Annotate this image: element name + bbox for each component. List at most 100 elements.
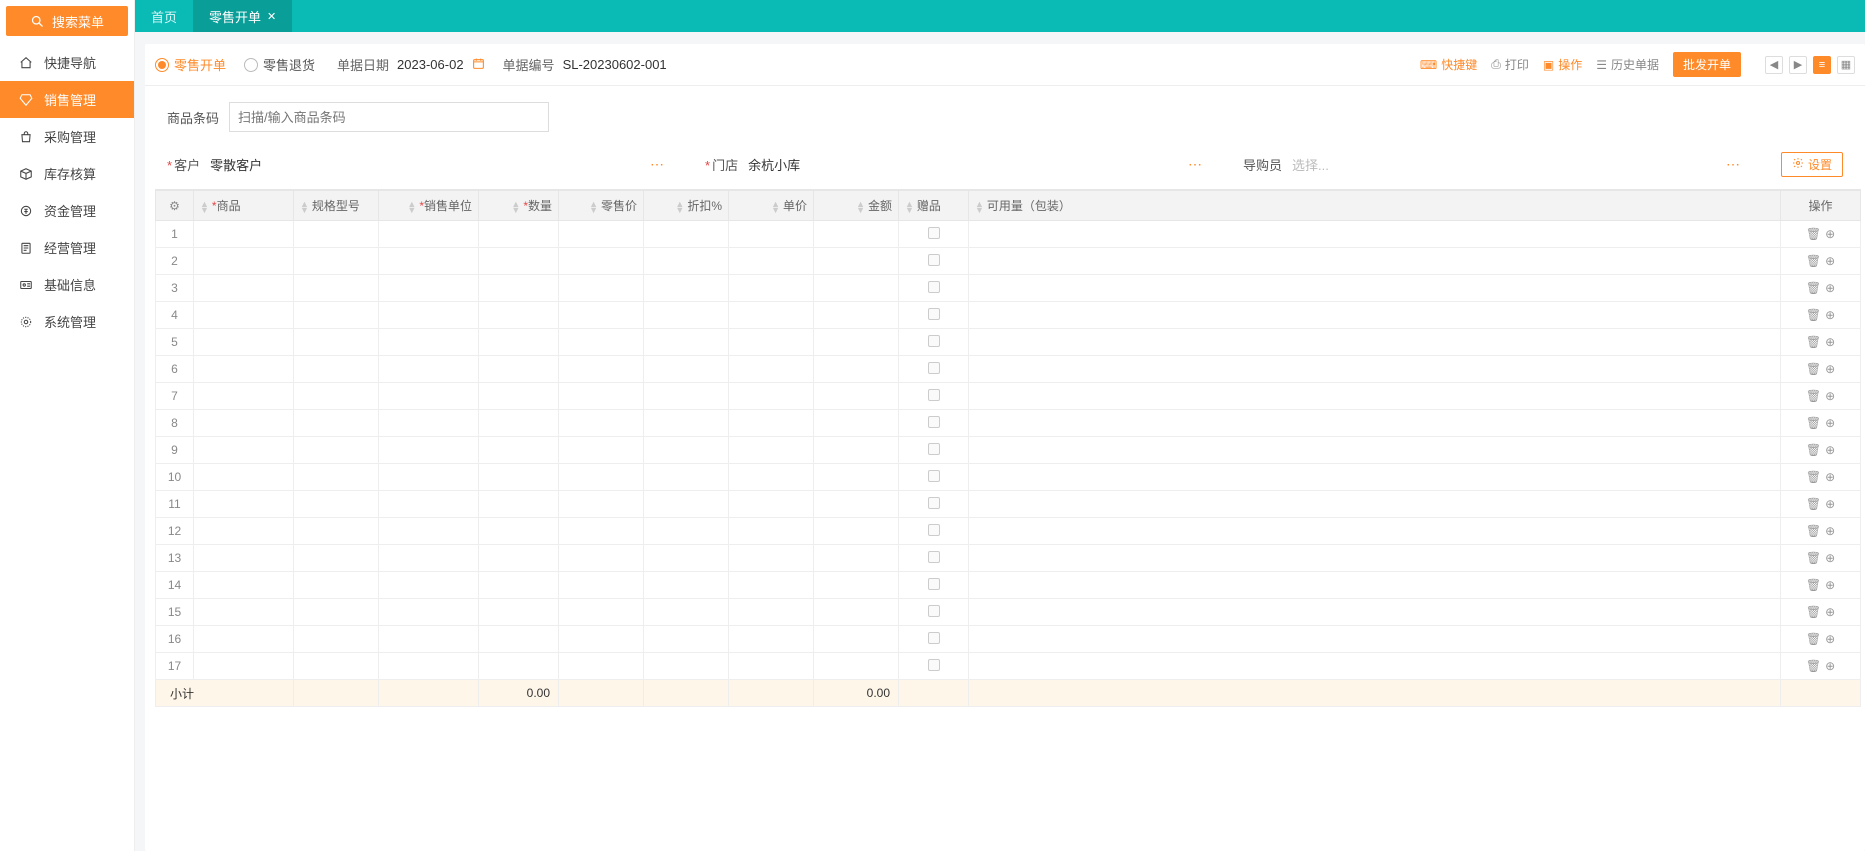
cell-spec[interactable] <box>294 545 379 572</box>
add-row-icon[interactable]: ⊕ <box>1825 308 1835 322</box>
cell-discount[interactable] <box>644 599 729 626</box>
add-row-icon[interactable]: ⊕ <box>1825 362 1835 376</box>
cell-retail-price[interactable] <box>559 248 644 275</box>
col-product[interactable]: ▲▼*商品 <box>194 191 294 221</box>
cell-spec[interactable] <box>294 248 379 275</box>
checkbox-icon[interactable] <box>928 335 940 347</box>
checkbox-icon[interactable] <box>928 362 940 374</box>
cell-gift[interactable] <box>899 626 969 653</box>
cell-amount[interactable] <box>814 329 899 356</box>
barcode-input[interactable] <box>229 102 549 132</box>
table-row[interactable]: 9🗑⊕ <box>156 437 1861 464</box>
cell-retail-price[interactable] <box>559 464 644 491</box>
cell-discount[interactable] <box>644 221 729 248</box>
cell-gift[interactable] <box>899 302 969 329</box>
cell-discount[interactable] <box>644 464 729 491</box>
table-row[interactable]: 2🗑⊕ <box>156 248 1861 275</box>
col-unit[interactable]: ▲▼*销售单位 <box>379 191 479 221</box>
cell-product[interactable] <box>194 302 294 329</box>
cell-unit[interactable] <box>379 572 479 599</box>
cell-qty[interactable] <box>479 599 559 626</box>
grid-view-button[interactable]: ▦ <box>1837 56 1855 74</box>
col-available[interactable]: ▲▼可用量（包装） <box>969 191 1781 221</box>
cell-amount[interactable] <box>814 491 899 518</box>
table-row[interactable]: 8🗑⊕ <box>156 410 1861 437</box>
add-row-icon[interactable]: ⊕ <box>1825 470 1835 484</box>
delete-row-icon[interactable]: 🗑 <box>1806 335 1821 349</box>
add-row-icon[interactable]: ⊕ <box>1825 254 1835 268</box>
cell-gift[interactable] <box>899 653 969 680</box>
cell-qty[interactable] <box>479 653 559 680</box>
cell-price[interactable] <box>729 626 814 653</box>
cell-amount[interactable] <box>814 248 899 275</box>
cell-retail-price[interactable] <box>559 491 644 518</box>
cell-product[interactable] <box>194 329 294 356</box>
cell-gift[interactable] <box>899 329 969 356</box>
delete-row-icon[interactable]: 🗑 <box>1806 254 1821 268</box>
guide-filter[interactable]: 导购员 选择... ⋯ <box>1243 155 1741 174</box>
cell-price[interactable] <box>729 410 814 437</box>
table-row[interactable]: 3🗑⊕ <box>156 275 1861 302</box>
add-row-icon[interactable]: ⊕ <box>1825 659 1835 673</box>
cell-unit[interactable] <box>379 599 479 626</box>
cell-product[interactable] <box>194 221 294 248</box>
prev-button[interactable]: ◀ <box>1765 56 1783 74</box>
add-row-icon[interactable]: ⊕ <box>1825 281 1835 295</box>
delete-row-icon[interactable]: 🗑 <box>1806 605 1821 619</box>
cell-amount[interactable] <box>814 410 899 437</box>
cell-unit[interactable] <box>379 410 479 437</box>
cell-unit[interactable] <box>379 545 479 572</box>
cell-amount[interactable] <box>814 626 899 653</box>
cell-gift[interactable] <box>899 275 969 302</box>
ellipsis-icon[interactable]: ⋯ <box>1726 156 1741 173</box>
cell-qty[interactable] <box>479 356 559 383</box>
cell-price[interactable] <box>729 545 814 572</box>
cell-price[interactable] <box>729 248 814 275</box>
cell-discount[interactable] <box>644 356 729 383</box>
delete-row-icon[interactable]: 🗑 <box>1806 578 1821 592</box>
close-icon[interactable]: ✕ <box>267 10 276 23</box>
cell-gift[interactable] <box>899 545 969 572</box>
cell-product[interactable] <box>194 572 294 599</box>
cell-spec[interactable] <box>294 221 379 248</box>
cell-retail-price[interactable] <box>559 545 644 572</box>
cell-gift[interactable] <box>899 518 969 545</box>
cell-discount[interactable] <box>644 383 729 410</box>
delete-row-icon[interactable]: 🗑 <box>1806 443 1821 457</box>
checkbox-icon[interactable] <box>928 470 940 482</box>
add-row-icon[interactable]: ⊕ <box>1825 578 1835 592</box>
cell-retail-price[interactable] <box>559 599 644 626</box>
table-row[interactable]: 5🗑⊕ <box>156 329 1861 356</box>
cell-price[interactable] <box>729 437 814 464</box>
table-row[interactable]: 13🗑⊕ <box>156 545 1861 572</box>
radio-retail-order[interactable]: 零售开单 <box>155 55 226 74</box>
cell-price[interactable] <box>729 383 814 410</box>
cell-discount[interactable] <box>644 437 729 464</box>
cell-gift[interactable] <box>899 410 969 437</box>
delete-row-icon[interactable]: 🗑 <box>1806 308 1821 322</box>
cell-gift[interactable] <box>899 356 969 383</box>
col-spec[interactable]: ▲▼规格型号 <box>294 191 379 221</box>
delete-row-icon[interactable]: 🗑 <box>1806 389 1821 403</box>
cell-spec[interactable] <box>294 599 379 626</box>
cell-gift[interactable] <box>899 383 969 410</box>
cell-retail-price[interactable] <box>559 572 644 599</box>
cell-qty[interactable] <box>479 275 559 302</box>
print-link[interactable]: ⎙ 打印 <box>1491 56 1529 73</box>
cell-product[interactable] <box>194 248 294 275</box>
checkbox-icon[interactable] <box>928 254 940 266</box>
cell-product[interactable] <box>194 626 294 653</box>
cell-product[interactable] <box>194 464 294 491</box>
cell-spec[interactable] <box>294 653 379 680</box>
cell-spec[interactable] <box>294 329 379 356</box>
cell-amount[interactable] <box>814 599 899 626</box>
cell-gift[interactable] <box>899 464 969 491</box>
cell-discount[interactable] <box>644 275 729 302</box>
delete-row-icon[interactable]: 🗑 <box>1806 659 1821 673</box>
cell-retail-price[interactable] <box>559 518 644 545</box>
search-menu-button[interactable]: 搜索菜单 <box>6 6 128 36</box>
cell-price[interactable] <box>729 599 814 626</box>
cell-unit[interactable] <box>379 221 479 248</box>
cell-discount[interactable] <box>644 302 729 329</box>
checkbox-icon[interactable] <box>928 308 940 320</box>
